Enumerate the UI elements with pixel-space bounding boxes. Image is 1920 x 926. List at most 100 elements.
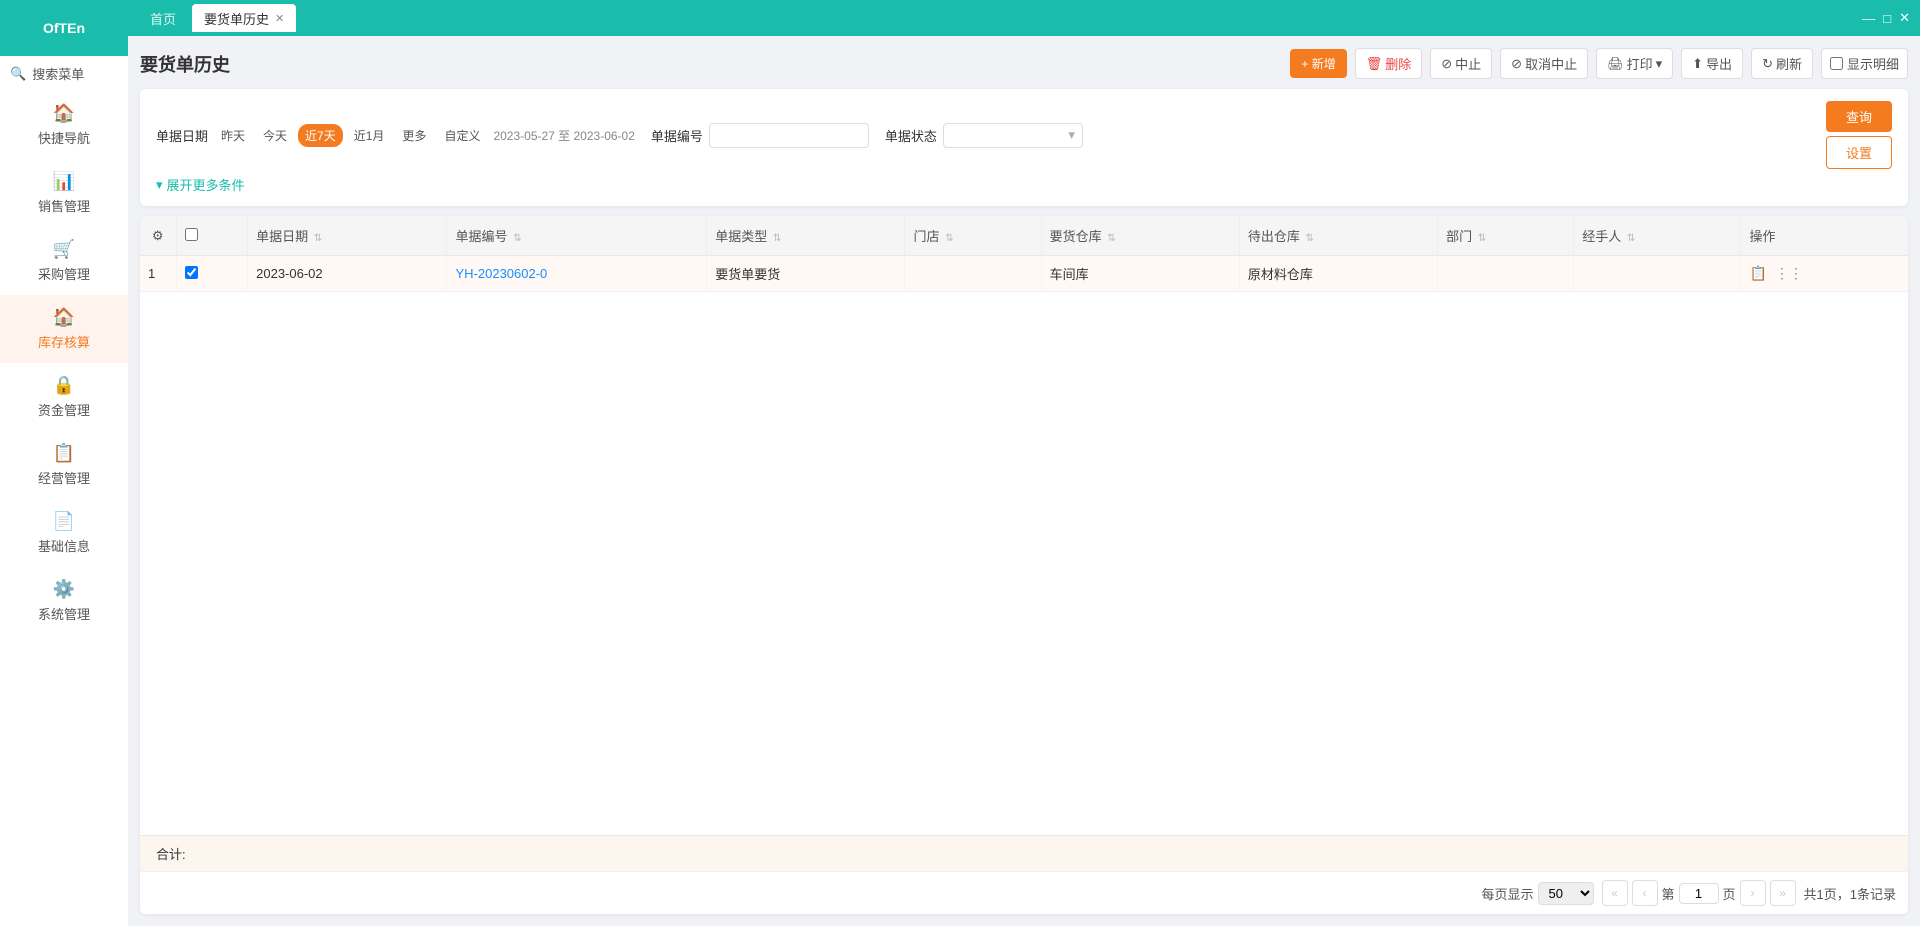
- expand-more-btn[interactable]: ▾ 展开更多条件: [156, 175, 1892, 194]
- date-btn-yesterday[interactable]: 昨天: [214, 124, 252, 147]
- cancel-stop-button[interactable]: ⊘ 取消中止: [1500, 48, 1588, 79]
- date-btn-1month[interactable]: 近1月: [347, 124, 392, 147]
- doc-status-select[interactable]: [943, 123, 1083, 148]
- tab-yaohuodan[interactable]: 要货单历史 ✕: [192, 4, 296, 32]
- data-table-container: ⚙ 单据日期 ⇅ 单据编号 ⇅: [140, 216, 1908, 914]
- stop-button[interactable]: ⊘ 中止: [1430, 48, 1492, 79]
- total-label: 合计:: [156, 844, 186, 863]
- maximize-button[interactable]: □: [1883, 11, 1891, 26]
- cell-department-1: [1438, 256, 1574, 292]
- export-icon: ⬆: [1692, 56, 1703, 72]
- print-label: 打印: [1627, 54, 1653, 73]
- col-actions-label: 操作: [1749, 229, 1775, 244]
- doc-no-link-1[interactable]: YH-20230602-0: [455, 266, 547, 281]
- cell-num-1: 1: [140, 256, 176, 292]
- query-button[interactable]: 查询: [1826, 101, 1892, 132]
- col-doc-no-sort-icon[interactable]: ⇅: [513, 233, 521, 244]
- next-page-btn[interactable]: ›: [1740, 880, 1766, 906]
- print-button[interactable]: 🖨 打印 ▾: [1596, 48, 1673, 79]
- date-filter-label: 单据日期: [156, 126, 208, 145]
- lock-icon: 🔒: [53, 375, 75, 396]
- filter-actions: 查询 设置: [1826, 101, 1892, 169]
- cell-doc-no-1: YH-20230602-0: [447, 256, 707, 292]
- col-store-sort-icon[interactable]: ⇅: [945, 233, 953, 244]
- sidebar-item-finance[interactable]: 🔒 资金管理: [0, 363, 128, 431]
- date-filter-group: 单据日期 昨天 今天 近7天 近1月 更多 自定义 2023-05-27 至 2…: [156, 124, 635, 147]
- refresh-button[interactable]: ↻ 刷新: [1751, 48, 1813, 79]
- sidebar-item-system[interactable]: ⚙️ 系统管理: [0, 567, 128, 635]
- select-all-checkbox[interactable]: [185, 228, 198, 241]
- sidebar-item-system-label: 系统管理: [38, 604, 90, 623]
- col-pending-warehouse-sort-icon[interactable]: ⇅: [1306, 233, 1314, 244]
- sidebar-item-finance-label: 资金管理: [38, 400, 90, 419]
- sidebar-item-operations[interactable]: 📋 经营管理: [0, 431, 128, 499]
- sidebar-logo: OfTEn: [0, 0, 128, 56]
- table-header-row: ⚙ 单据日期 ⇅ 单据编号 ⇅: [140, 216, 1908, 256]
- col-doc-type-sort-icon[interactable]: ⇅: [773, 233, 781, 244]
- close-button[interactable]: ✕: [1899, 10, 1910, 26]
- expand-more-icon: ▾: [156, 177, 163, 193]
- sidebar-item-sales[interactable]: 📊 销售管理: [0, 159, 128, 227]
- chart-icon: 📊: [53, 171, 75, 192]
- refresh-label: 刷新: [1776, 54, 1802, 73]
- new-button[interactable]: + 新增: [1290, 49, 1346, 78]
- col-actions: 操作: [1741, 216, 1908, 256]
- date-range-buttons: 昨天 今天 近7天 近1月 更多 自定义: [214, 124, 487, 147]
- delete-button[interactable]: 🗑 删除: [1355, 48, 1423, 79]
- show-detail-toggle[interactable]: 显示明细: [1821, 48, 1908, 79]
- export-label: 导出: [1706, 54, 1732, 73]
- col-req-warehouse-sort-icon[interactable]: ⇅: [1107, 233, 1115, 244]
- date-btn-today[interactable]: 今天: [256, 124, 294, 147]
- col-handler: 经手人 ⇅: [1574, 216, 1741, 256]
- date-btn-7days[interactable]: 近7天: [298, 124, 343, 147]
- page-header: 要货单历史 + 新增 🗑 删除 ⊘ 中止 ⊘ 取消中止 🖨 打印: [140, 48, 1908, 79]
- col-doc-date: 单据日期 ⇅: [248, 216, 447, 256]
- cell-doc-type-1: 要货单要货: [707, 256, 905, 292]
- sidebar-item-purchase[interactable]: 🛒 采购管理: [0, 227, 128, 295]
- filter-settings-button[interactable]: 设置: [1826, 136, 1892, 169]
- page-input[interactable]: [1679, 883, 1719, 904]
- expand-more-label: 展开更多条件: [167, 175, 245, 194]
- sidebar-item-inventory[interactable]: 🏠 库存核算: [0, 295, 128, 363]
- doc-no-filter-group: 单据编号: [651, 123, 869, 148]
- row-checkbox-1[interactable]: [185, 266, 198, 279]
- page-label: 第: [1662, 884, 1675, 903]
- filter-bar: 单据日期 昨天 今天 近7天 近1月 更多 自定义 2023-05-27 至 2…: [140, 89, 1908, 206]
- col-doc-type: 单据类型 ⇅: [707, 216, 905, 256]
- sidebar-item-quicknav[interactable]: 🏠 快捷导航: [0, 91, 128, 159]
- col-doc-date-sort-icon[interactable]: ⇅: [314, 233, 322, 244]
- col-doc-no: 单据编号 ⇅: [447, 216, 707, 256]
- sidebar-search-label: 搜索菜单: [32, 64, 84, 83]
- export-button[interactable]: ⬆ 导出: [1681, 48, 1743, 79]
- sidebar-item-search[interactable]: 🔍 搜索菜单: [0, 56, 128, 91]
- last-page-btn[interactable]: »: [1770, 880, 1796, 906]
- col-department-sort-icon[interactable]: ⇅: [1478, 233, 1486, 244]
- prev-page-btn[interactable]: ‹: [1632, 880, 1658, 906]
- show-detail-checkbox[interactable]: [1830, 57, 1843, 70]
- tab-close-icon[interactable]: ✕: [275, 12, 284, 25]
- cart-icon: 🛒: [53, 239, 75, 260]
- stop-label: 中止: [1455, 54, 1481, 73]
- date-btn-more[interactable]: 更多: [395, 124, 433, 147]
- edit-icon-1[interactable]: 📋: [1749, 265, 1766, 282]
- col-store: 门店 ⇅: [905, 216, 1041, 256]
- sidebar-item-basic-label: 基础信息: [38, 536, 90, 555]
- doc-no-input[interactable]: [709, 123, 869, 148]
- col-doc-type-label: 单据类型: [715, 229, 767, 244]
- more-icon-1[interactable]: ⋮⋮: [1775, 265, 1803, 282]
- per-page-label: 每页显示: [1481, 884, 1533, 903]
- tab-home[interactable]: 首页: [138, 4, 188, 32]
- sidebar-item-operations-label: 经营管理: [38, 468, 90, 487]
- col-handler-sort-icon[interactable]: ⇅: [1627, 233, 1635, 244]
- minimize-button[interactable]: —: [1862, 11, 1875, 26]
- first-page-btn[interactable]: «: [1602, 880, 1628, 906]
- sidebar-item-quicknav-label: 快捷导航: [38, 128, 90, 147]
- gear-icon: ⚙️: [53, 579, 75, 600]
- sidebar-item-basic[interactable]: 📄 基础信息: [0, 499, 128, 567]
- date-btn-custom[interactable]: 自定义: [437, 124, 487, 147]
- filter-row-1: 单据日期 昨天 今天 近7天 近1月 更多 自定义 2023-05-27 至 2…: [156, 101, 1892, 169]
- per-page-select[interactable]: 10 20 50 100: [1538, 882, 1594, 905]
- action-icons-1: 📋 ⋮⋮: [1749, 265, 1900, 282]
- topbar: 首页 要货单历史 ✕ — □ ✕: [128, 0, 1920, 36]
- settings-col-icon[interactable]: ⚙: [152, 228, 164, 243]
